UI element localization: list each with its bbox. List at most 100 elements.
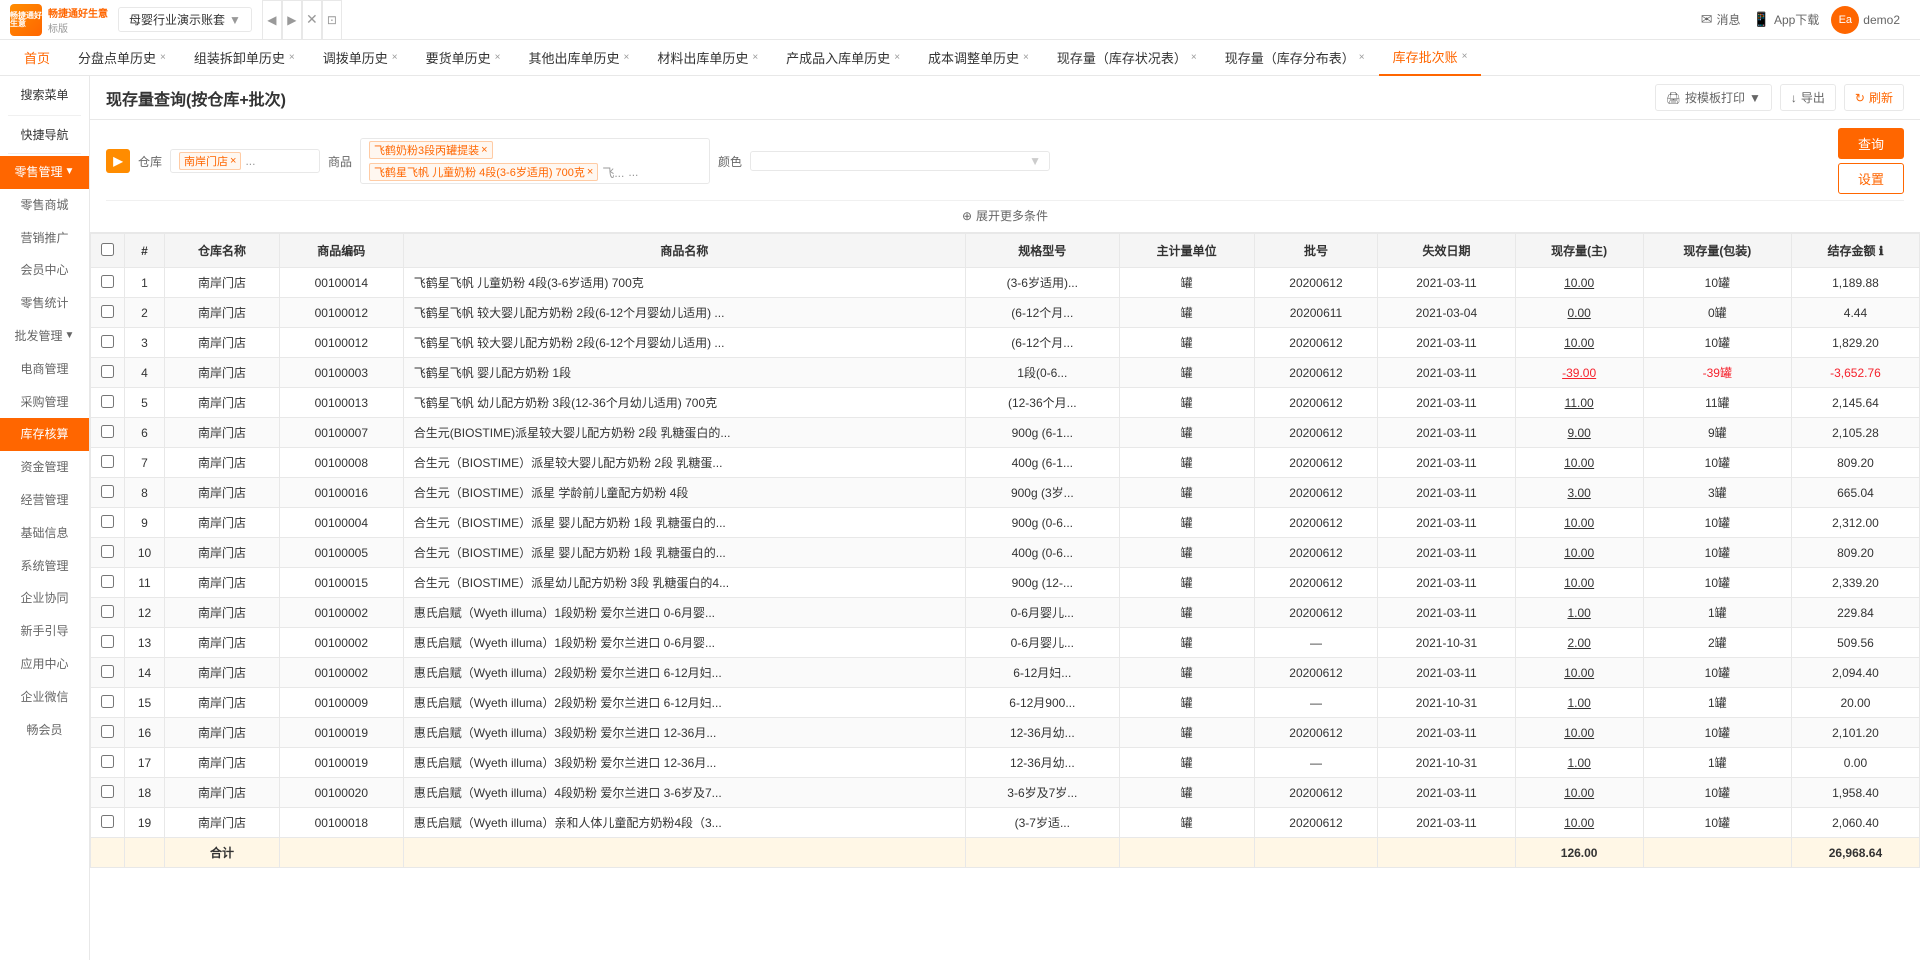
nav-tab-4[interactable]: 要货单历史 × [412,40,515,76]
cell-checkbox[interactable] [91,388,125,418]
sidebar-item-retail-mall[interactable]: 零售商城 [0,189,89,222]
sidebar-item-app-center[interactable]: 应用中心 [0,648,89,681]
sidebar-search[interactable]: 搜索菜单 [0,76,89,113]
row-checkbox[interactable] [101,785,114,798]
cell-qty-main[interactable]: 2.00 [1515,628,1643,658]
cell-qty-main[interactable]: 9.00 [1515,418,1643,448]
cell-checkbox[interactable] [91,538,125,568]
product-tag-2-remove[interactable]: × [587,166,593,178]
account-dropdown[interactable]: 母婴行业演示账套 ▼ [118,7,252,32]
cell-qty-main[interactable]: 1.00 [1515,748,1643,778]
cell-qty-main[interactable]: 10.00 [1515,268,1643,298]
row-checkbox[interactable] [101,815,114,828]
close-icon-11[interactable]: × [1462,51,1468,62]
cell-checkbox[interactable] [91,568,125,598]
nav-tab-7[interactable]: 产成品入库单历史 × [772,40,914,76]
close-icon-5[interactable]: × [623,52,629,63]
th-checkbox[interactable] [91,234,125,268]
print-btn[interactable]: 🖨 按模板打印 ▼ [1655,84,1772,111]
cell-checkbox[interactable] [91,628,125,658]
nav-tab-11[interactable]: 库存批次账 × [1379,40,1482,76]
row-checkbox[interactable] [101,395,114,408]
sidebar-item-wholesale[interactable]: 批发管理 ▼ [0,320,89,353]
nav-tab-5[interactable]: 其他出库单历史 × [514,40,643,76]
sidebar-item-ecommerce[interactable]: 电商管理 [0,353,89,386]
refresh-btn[interactable]: ↻ 刷新 [1844,84,1904,111]
sidebar-item-member-plus[interactable]: 畅会员 [0,714,89,747]
sidebar-item-wechat[interactable]: 企业微信 [0,681,89,714]
sidebar-item-enterprise[interactable]: 企业协同 [0,582,89,615]
product-filter-box[interactable]: 飞鹤奶粉3段丙罐提装 × 飞鹤星飞帆 儿童奶粉 4段(3-6岁适用) 700克 … [360,138,710,184]
cell-checkbox[interactable] [91,328,125,358]
nav-tab-6[interactable]: 材料出库单历史 × [643,40,772,76]
sidebar-item-marketing[interactable]: 营销推广 [0,222,89,255]
cell-checkbox[interactable] [91,688,125,718]
sidebar-item-system[interactable]: 系统管理 [0,550,89,583]
close-icon-10[interactable]: × [1359,52,1365,63]
cell-qty-main[interactable]: -39.00 [1515,358,1643,388]
cell-qty-main[interactable]: 10.00 [1515,538,1643,568]
close-icon-2[interactable]: × [289,52,295,63]
row-checkbox[interactable] [101,305,114,318]
sidebar-item-purchase[interactable]: 采购管理 [0,386,89,419]
close-icon-8[interactable]: × [1023,52,1029,63]
nav-tab-8[interactable]: 成本调整单历史 × [914,40,1043,76]
cell-qty-main[interactable]: 10.00 [1515,718,1643,748]
cell-qty-main[interactable]: 10.00 [1515,808,1643,838]
row-checkbox[interactable] [101,275,114,288]
cell-qty-main[interactable]: 10.00 [1515,508,1643,538]
sidebar-item-basic-info[interactable]: 基础信息 [0,517,89,550]
cell-checkbox[interactable] [91,478,125,508]
nav-tab-10[interactable]: 现存量（库存分布表）× [1211,40,1379,76]
expand-more-btn[interactable]: ⊕ 展开更多条件 [106,200,1904,224]
row-checkbox[interactable] [101,695,114,708]
cell-checkbox[interactable] [91,748,125,778]
query-btn[interactable]: 查询 [1838,128,1904,159]
close-icon-4[interactable]: × [495,52,501,63]
cell-checkbox[interactable] [91,508,125,538]
cell-qty-main[interactable]: 11.00 [1515,388,1643,418]
cell-qty-main[interactable]: 10.00 [1515,448,1643,478]
sidebar-item-member[interactable]: 会员中心 [0,254,89,287]
cell-checkbox[interactable] [91,808,125,838]
tab-close-btn[interactable]: ✕ [302,0,322,40]
close-icon-9[interactable]: × [1191,52,1197,63]
warehouse-filter-box[interactable]: 南岸门店 × ... [170,149,320,173]
nav-tab-3[interactable]: 调拨单历史 × [309,40,412,76]
settings-btn[interactable]: 设置 [1838,163,1904,194]
nav-tab-9[interactable]: 现存量（库存状况表）× [1043,40,1211,76]
cell-checkbox[interactable] [91,778,125,808]
row-checkbox[interactable] [101,545,114,558]
cell-qty-main[interactable]: 3.00 [1515,478,1643,508]
nav-tab-home[interactable]: 首页 [10,40,64,76]
row-checkbox[interactable] [101,335,114,348]
row-checkbox[interactable] [101,365,114,378]
close-icon-3[interactable]: × [392,52,398,63]
row-checkbox[interactable] [101,515,114,528]
row-checkbox[interactable] [101,425,114,438]
close-icon-6[interactable]: × [752,52,758,63]
cell-checkbox[interactable] [91,418,125,448]
warehouse-tag-remove[interactable]: × [230,155,236,167]
cell-checkbox[interactable] [91,658,125,688]
sidebar-quick-nav[interactable]: 快捷导航 [0,118,89,151]
cell-checkbox[interactable] [91,268,125,298]
filter-expand-btn[interactable]: ▶ [106,149,130,173]
nav-tab-2[interactable]: 组装拆卸单历史 × [180,40,309,76]
select-all-checkbox[interactable] [101,243,114,256]
sidebar-item-finance[interactable]: 资金管理 [0,451,89,484]
row-checkbox[interactable] [101,665,114,678]
sidebar-item-ops[interactable]: 经营管理 [0,484,89,517]
tab-prev-btn[interactable]: ◀ [262,0,282,40]
tab-expand-btn[interactable]: ⊡ [322,0,342,40]
cell-qty-main[interactable]: 10.00 [1515,568,1643,598]
row-checkbox[interactable] [101,605,114,618]
cell-checkbox[interactable] [91,298,125,328]
sidebar-item-retail-stats[interactable]: 零售统计 [0,287,89,320]
nav-tab-1[interactable]: 分盘点单历史 × [64,40,180,76]
app-download-btn[interactable]: 📱 App下载 [1753,11,1820,28]
cell-qty-main[interactable]: 1.00 [1515,688,1643,718]
row-checkbox[interactable] [101,485,114,498]
cell-qty-main[interactable]: 10.00 [1515,328,1643,358]
sidebar-item-inventory[interactable]: 库存核算 [0,418,89,451]
